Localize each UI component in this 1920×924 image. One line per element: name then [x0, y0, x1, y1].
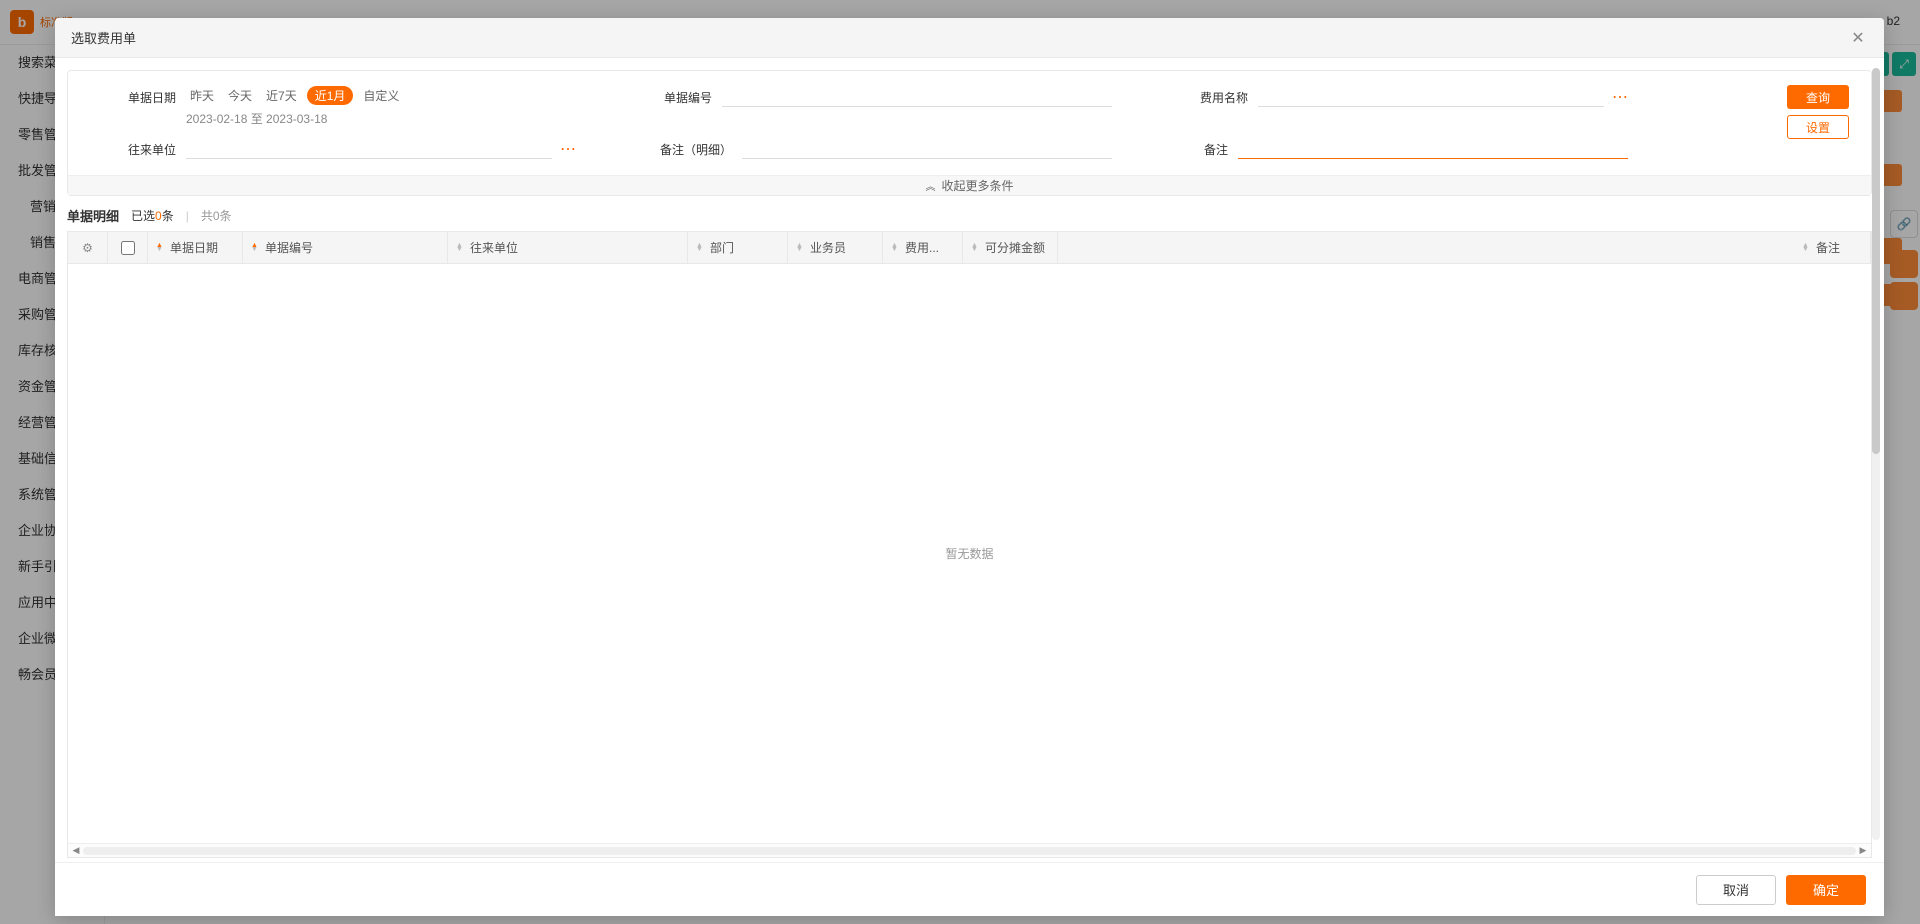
select-expense-modal: 选取费用单 ✕ 查询 设置 单据日期 昨天 今天 近7天 近1月: [55, 18, 1884, 916]
remark-input[interactable]: [1238, 137, 1628, 159]
gear-icon: ⚙: [82, 241, 93, 255]
table-select-all[interactable]: [108, 232, 148, 263]
date-label: 单据日期: [116, 85, 186, 106]
divider: |: [186, 209, 189, 223]
filter-panel: 查询 设置 单据日期 昨天 今天 近7天 近1月 自定义 2023-02-18: [67, 70, 1872, 196]
selected-count: 已选0条: [131, 207, 174, 224]
preset-yesterday[interactable]: 昨天: [186, 85, 218, 106]
doc-no-input[interactable]: [722, 85, 1112, 107]
party-picker-icon[interactable]: ⋯: [560, 139, 576, 159]
sort-icon: ▲▼: [156, 244, 164, 252]
col-date[interactable]: ▲▼ 单据日期: [148, 232, 243, 263]
col-no[interactable]: ▲▼ 单据编号: [243, 232, 448, 263]
collapse-text: 收起更多条件: [941, 177, 1013, 194]
query-button[interactable]: 查询: [1787, 85, 1849, 109]
modal-title: 选取费用单: [71, 28, 136, 47]
modal-vertical-scrollbar[interactable]: [1872, 68, 1880, 840]
col-note[interactable]: ▲▼ 备注: [1058, 232, 1871, 263]
chevron-up-icon: ︽: [925, 178, 935, 193]
doc-no-label: 单据编号: [652, 85, 722, 106]
scroll-left-icon[interactable]: ◀: [71, 846, 81, 856]
total-count: 共0条: [201, 207, 232, 224]
col-biz[interactable]: ▲▼ 业务员: [788, 232, 883, 263]
date-presets: 昨天 今天 近7天 近1月 自定义: [186, 85, 576, 106]
cancel-button[interactable]: 取消: [1696, 875, 1776, 905]
filter-actions: 查询 设置: [1787, 85, 1849, 139]
table-settings-button[interactable]: ⚙: [68, 232, 108, 263]
sort-icon: ▲▼: [251, 244, 259, 252]
modal-footer: 取消 确定: [55, 862, 1884, 916]
fee-name-picker-icon[interactable]: ⋯: [1612, 87, 1628, 107]
confirm-button[interactable]: 确定: [1786, 875, 1866, 905]
preset-1month[interactable]: 近1月: [307, 86, 354, 105]
preset-7days[interactable]: 近7天: [262, 85, 301, 106]
party-input[interactable]: [186, 137, 552, 159]
col-fee[interactable]: ▲▼ 费用...: [883, 232, 963, 263]
table-header: ⚙ ▲▼ 单据日期 ▲▼ 单据编号 ▲▼ 往来单位 ▲▼: [68, 232, 1871, 264]
list-section-title: 单据明细: [67, 206, 119, 225]
remark-detail-label: 备注（明细）: [652, 137, 742, 158]
sort-icon: ▲▼: [891, 244, 899, 252]
modal-header: 选取费用单 ✕: [55, 18, 1884, 58]
sort-icon: ▲▼: [971, 244, 979, 252]
fee-name-input[interactable]: [1258, 85, 1604, 107]
sort-icon: ▲▼: [456, 244, 464, 252]
col-party[interactable]: ▲▼ 往来单位: [448, 232, 688, 263]
collapse-filters-button[interactable]: ︽ 收起更多条件: [68, 175, 1871, 195]
sort-icon: ▲▼: [1802, 244, 1810, 252]
modal-body: 查询 设置 单据日期 昨天 今天 近7天 近1月 自定义 2023-02-18: [55, 58, 1884, 862]
empty-state: 暂无数据: [68, 264, 1871, 843]
sort-icon: ▲▼: [796, 244, 804, 252]
select-all-checkbox[interactable]: [121, 241, 135, 255]
col-alloc[interactable]: ▲▼ 可分摊金额: [963, 232, 1058, 263]
preset-custom[interactable]: 自定义: [359, 85, 403, 106]
scroll-track[interactable]: [83, 847, 1856, 855]
fee-name-label: 费用名称: [1188, 85, 1258, 106]
remark-label: 备注: [1188, 137, 1238, 158]
table-horizontal-scrollbar[interactable]: ◀ ▶: [68, 843, 1871, 857]
close-icon[interactable]: ✕: [1848, 28, 1868, 48]
date-range-text: 2023-02-18 至 2023-03-18: [186, 110, 576, 127]
scroll-right-icon[interactable]: ▶: [1858, 846, 1868, 856]
preset-today[interactable]: 今天: [224, 85, 256, 106]
sort-icon: ▲▼: [696, 244, 704, 252]
data-table: ⚙ ▲▼ 单据日期 ▲▼ 单据编号 ▲▼ 往来单位 ▲▼: [67, 231, 1872, 858]
col-dept[interactable]: ▲▼ 部门: [688, 232, 788, 263]
remark-detail-input[interactable]: [742, 137, 1112, 159]
settings-button[interactable]: 设置: [1787, 115, 1849, 139]
party-label: 往来单位: [116, 137, 186, 158]
list-section-head: 单据明细 已选0条 | 共0条: [67, 206, 1872, 225]
